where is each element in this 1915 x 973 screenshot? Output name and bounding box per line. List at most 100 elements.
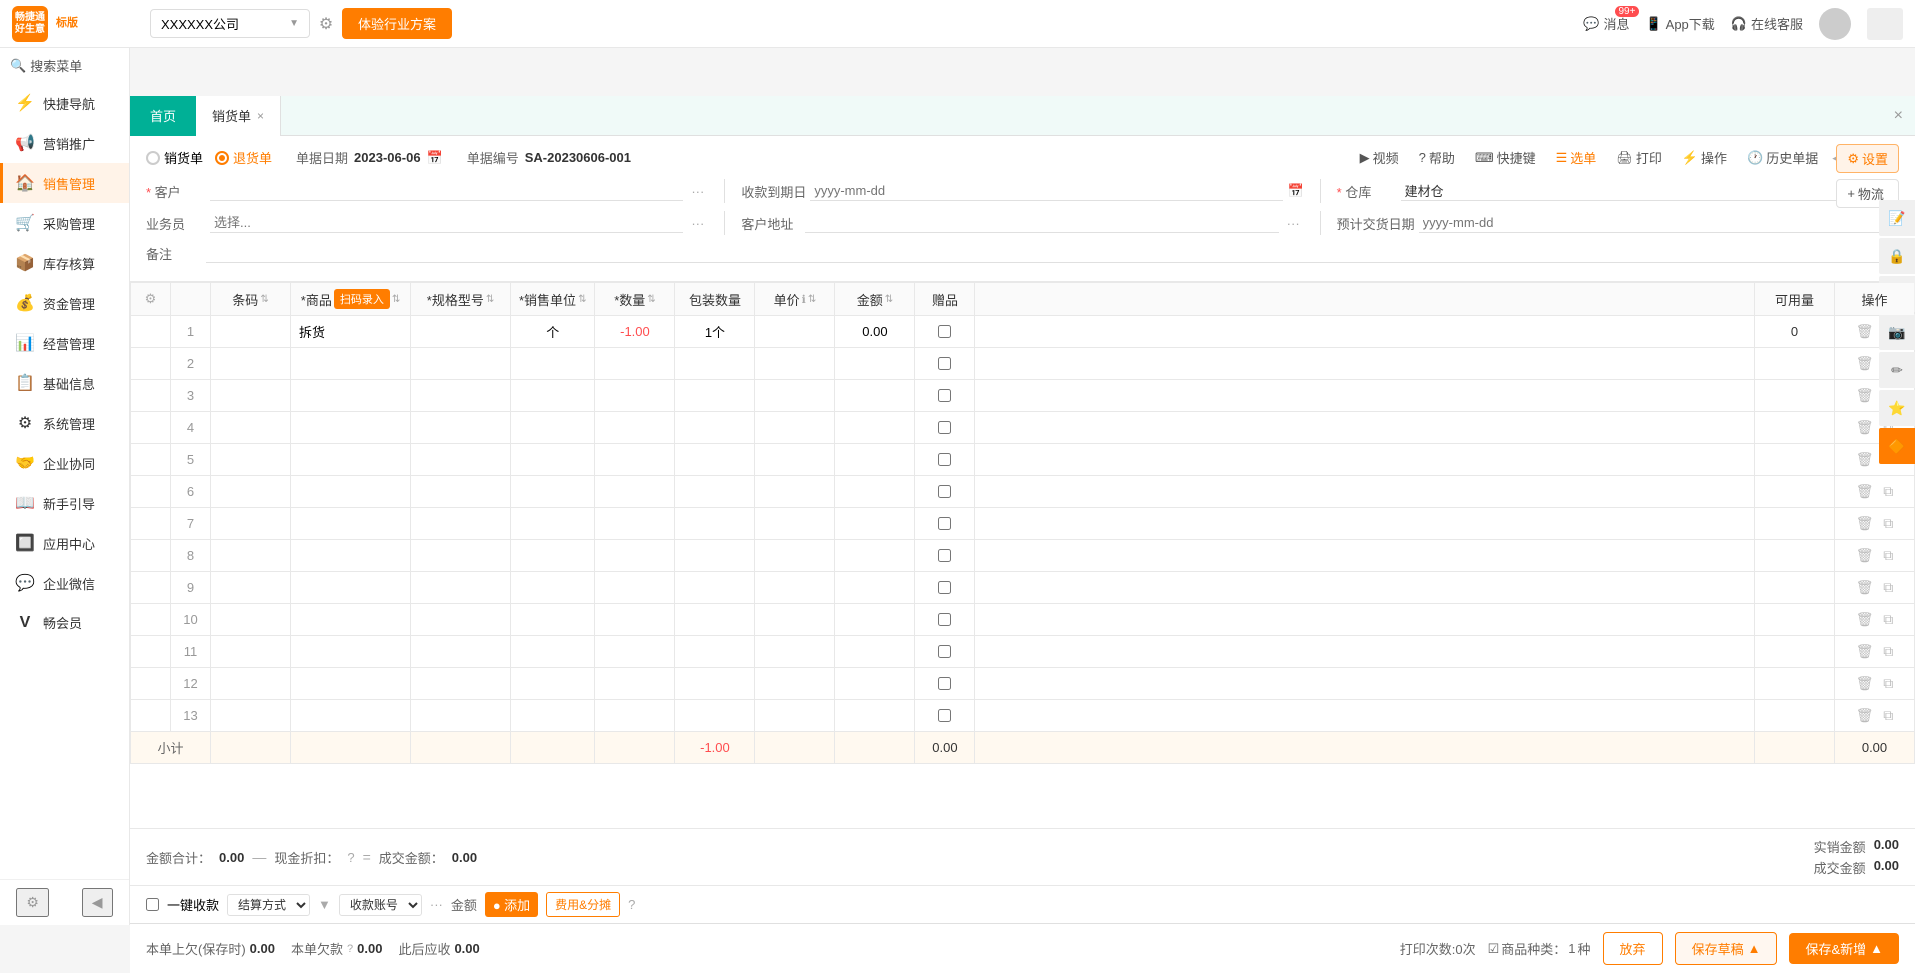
row-price-1[interactable] bbox=[755, 348, 835, 380]
sidebar-item-finance[interactable]: 💰 资金管理 bbox=[0, 283, 129, 323]
row-pkg-9[interactable] bbox=[675, 604, 755, 636]
row-product-2[interactable] bbox=[291, 380, 411, 412]
row-gift-6[interactable] bbox=[915, 508, 975, 540]
delete-row-11[interactable]: 🗑 bbox=[1853, 675, 1877, 691]
save-draft-button[interactable]: 保存草稿 ▲ bbox=[1675, 932, 1778, 965]
fee-help-icon[interactable]: ? bbox=[628, 897, 635, 912]
row-qty-1[interactable] bbox=[595, 348, 675, 380]
settings-button[interactable]: ⚙ bbox=[310, 8, 342, 40]
sidebar-item-guide[interactable]: 📖 新手引导 bbox=[0, 483, 129, 523]
row-unit-7[interactable] bbox=[511, 540, 595, 572]
row-qty-4[interactable] bbox=[595, 444, 675, 476]
row-amount-11[interactable] bbox=[835, 668, 915, 700]
warehouse-input[interactable] bbox=[1401, 181, 1874, 201]
radio-sale-order[interactable]: 销货单 bbox=[146, 148, 203, 167]
row-price-9[interactable] bbox=[755, 604, 835, 636]
row-product-9[interactable] bbox=[291, 604, 411, 636]
sidebar-item-appstore[interactable]: 🔲 应用中心 bbox=[0, 523, 129, 563]
delete-row-9[interactable]: 🗑 bbox=[1853, 611, 1877, 627]
row-pkg-3[interactable] bbox=[675, 412, 755, 444]
row-unit-0[interactable] bbox=[511, 316, 595, 348]
row-qty-7[interactable] bbox=[595, 540, 675, 572]
row-product-0[interactable] bbox=[291, 316, 411, 348]
account-select[interactable]: 收款账号 bbox=[339, 894, 422, 916]
row-barcode-5[interactable] bbox=[211, 476, 291, 508]
remark-input[interactable] bbox=[206, 243, 1899, 263]
row-pkg-6[interactable] bbox=[675, 508, 755, 540]
search-menu-button[interactable]: 🔍 搜索菜单 bbox=[0, 48, 129, 83]
row-amount-4[interactable] bbox=[835, 444, 915, 476]
row-unit-5[interactable] bbox=[511, 476, 595, 508]
row-amount-12[interactable] bbox=[835, 700, 915, 732]
account-more-icon[interactable]: ··· bbox=[430, 897, 443, 912]
sidebar-item-wechat[interactable]: 💬 企业微信 bbox=[0, 563, 129, 603]
abandon-button[interactable]: 放弃 bbox=[1603, 932, 1663, 965]
calendar-icon[interactable]: 📅 bbox=[427, 150, 443, 166]
due-date-input[interactable] bbox=[810, 181, 1283, 201]
row-spec-12[interactable] bbox=[411, 700, 511, 732]
amount-sort-icon[interactable]: ⇅ bbox=[885, 294, 893, 305]
row-barcode-7[interactable] bbox=[211, 540, 291, 572]
delete-row-8[interactable]: 🗑 bbox=[1853, 579, 1877, 595]
avatar[interactable] bbox=[1819, 8, 1851, 40]
float-active-button[interactable]: 🔶 bbox=[1879, 428, 1915, 464]
row-barcode-9[interactable] bbox=[211, 604, 291, 636]
row-product-8[interactable] bbox=[291, 572, 411, 604]
row-barcode-10[interactable] bbox=[211, 636, 291, 668]
customer-addr-more-icon[interactable]: ··· bbox=[1283, 216, 1304, 231]
price-sort-icon[interactable]: ⇅ bbox=[808, 294, 816, 305]
delete-row-2[interactable]: 🗑 bbox=[1853, 387, 1877, 403]
row-unit-2[interactable] bbox=[511, 380, 595, 412]
float-camera-button[interactable]: 📷 bbox=[1879, 314, 1915, 350]
row-qty-2[interactable] bbox=[595, 380, 675, 412]
row-gift-0[interactable] bbox=[915, 316, 975, 348]
operate-button[interactable]: ⚡ 操作 bbox=[1676, 146, 1733, 169]
row-product-7[interactable] bbox=[291, 540, 411, 572]
company-selector[interactable]: XXXXXX公司 ▼ bbox=[150, 9, 310, 38]
message-button[interactable]: 💬 消息 99+ bbox=[1583, 14, 1629, 33]
row-barcode-3[interactable] bbox=[211, 412, 291, 444]
row-pkg-4[interactable] bbox=[675, 444, 755, 476]
select-order-button[interactable]: ☰ 选单 bbox=[1550, 146, 1603, 169]
row-product-12[interactable] bbox=[291, 700, 411, 732]
row-spec-3[interactable] bbox=[411, 412, 511, 444]
row-amount-9[interactable] bbox=[835, 604, 915, 636]
unit-sort-icon[interactable]: ⇅ bbox=[578, 294, 586, 305]
delete-row-4[interactable]: 🗑 bbox=[1853, 451, 1877, 467]
row-pkg-10[interactable] bbox=[675, 636, 755, 668]
row-qty-12[interactable] bbox=[595, 700, 675, 732]
add-payment-button[interactable]: ● 添加 bbox=[485, 892, 538, 917]
row-gift-9[interactable] bbox=[915, 604, 975, 636]
row-gift-8[interactable] bbox=[915, 572, 975, 604]
app-download-button[interactable]: 📱 App下载 bbox=[1645, 14, 1714, 33]
row-qty-0[interactable] bbox=[595, 316, 675, 348]
delete-row-1[interactable]: 🗑 bbox=[1853, 355, 1877, 371]
copy-row-11[interactable]: ⧉ bbox=[1880, 675, 1896, 691]
row-amount-0[interactable] bbox=[835, 316, 915, 348]
row-unit-11[interactable] bbox=[511, 668, 595, 700]
row-spec-2[interactable] bbox=[411, 380, 511, 412]
row-barcode-2[interactable] bbox=[211, 380, 291, 412]
row-spec-0[interactable] bbox=[411, 316, 511, 348]
row-spec-7[interactable] bbox=[411, 540, 511, 572]
row-qty-9[interactable] bbox=[595, 604, 675, 636]
row-unit-3[interactable] bbox=[511, 412, 595, 444]
row-pkg-1[interactable] bbox=[675, 348, 755, 380]
row-gift-5[interactable] bbox=[915, 476, 975, 508]
row-amount-1[interactable] bbox=[835, 348, 915, 380]
row-product-11[interactable] bbox=[291, 668, 411, 700]
delete-row-7[interactable]: 🗑 bbox=[1853, 547, 1877, 563]
copy-row-8[interactable]: ⧉ bbox=[1880, 579, 1896, 595]
row-price-6[interactable] bbox=[755, 508, 835, 540]
delivery-date-input[interactable] bbox=[1419, 213, 1879, 233]
row-pkg-8[interactable] bbox=[675, 572, 755, 604]
row-price-5[interactable] bbox=[755, 476, 835, 508]
barcode-sort-icon[interactable]: ⇅ bbox=[260, 294, 268, 305]
row-barcode-4[interactable] bbox=[211, 444, 291, 476]
row-product-6[interactable] bbox=[291, 508, 411, 540]
sidebar-collapse-button[interactable]: ◀ bbox=[82, 888, 113, 917]
row-amount-2[interactable] bbox=[835, 380, 915, 412]
settlement-select[interactable]: 结算方式 bbox=[227, 894, 310, 916]
float-pencil-button[interactable]: ✏ bbox=[1879, 352, 1915, 388]
row-product-3[interactable] bbox=[291, 412, 411, 444]
